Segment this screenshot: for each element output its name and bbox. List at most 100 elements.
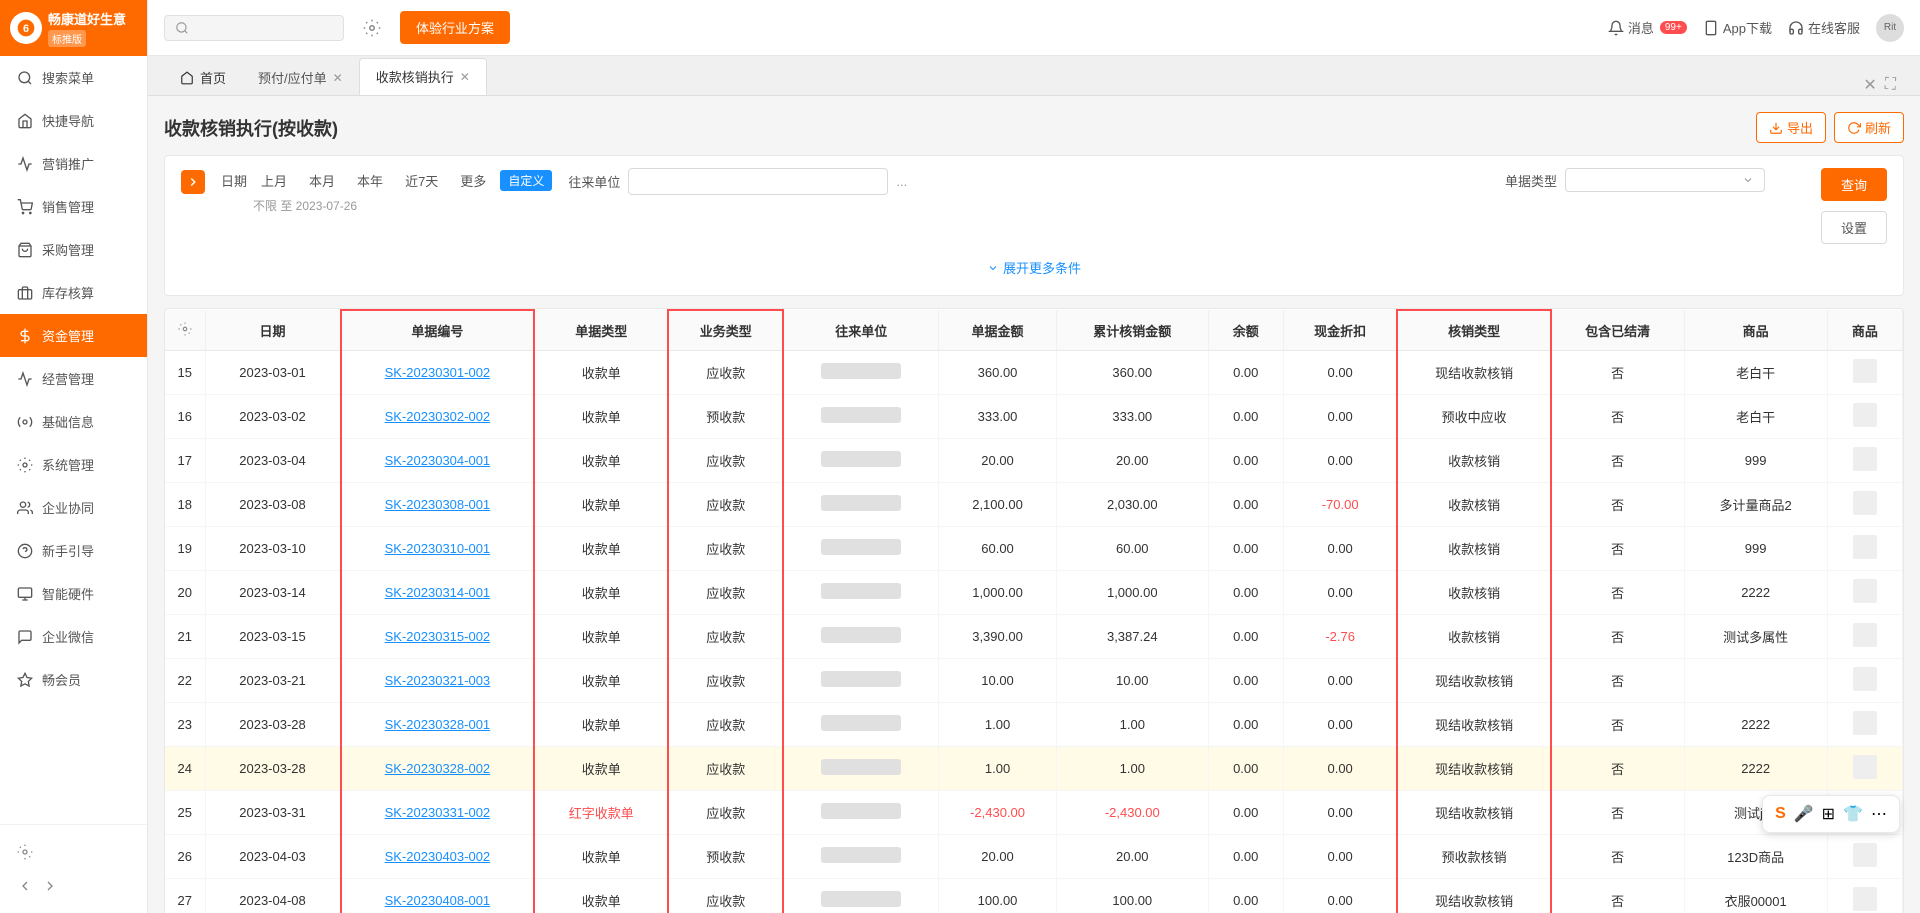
partner-input[interactable] [628,168,888,195]
tab-close-prepay[interactable]: ✕ [333,71,343,85]
refresh-btn[interactable]: 刷新 [1834,112,1904,143]
sidebar-item-purchase[interactable]: 采购管理 [0,228,147,271]
online-service-btn[interactable]: 在线客服 [1788,18,1860,37]
float-icon-more[interactable]: ⋯ [1871,804,1887,824]
sidebar-item-hardware[interactable]: 智能硬件 [0,572,147,615]
sidebar-item-inventory[interactable]: 库存核算 [0,271,147,314]
sidebar: 6 畅康道好生意 标推版 搜索菜单 快捷导航 营销推广 销售管理 采购管理 [0,0,148,913]
close-all-tabs-btn[interactable]: ✕ [1863,75,1876,95]
td-voucher-no[interactable]: SK-20230331-002 [341,791,535,835]
user-avatar[interactable]: Rit [1876,14,1904,42]
tab-close-collection[interactable]: ✕ [460,70,470,84]
sidebar-item-label: 资金管理 [42,326,94,345]
tab-collection[interactable]: 收款核销执行 ✕ [359,58,487,95]
td-balance: 0.00 [1208,703,1283,747]
td-include-cleared: 否 [1551,571,1684,615]
td-voucher-no[interactable]: SK-20230328-001 [341,703,535,747]
td-date: 2023-03-15 [205,615,341,659]
td-partner [783,747,938,791]
sidebar-item-wechat[interactable]: 企业微信 [0,615,147,658]
sidebar-item-guide[interactable]: 新手引导 [0,529,147,572]
topbar-gear-btn[interactable] [356,12,388,44]
voucher-type-label: 单据类型 [1505,171,1557,190]
td-voucher-type: 收款单 [534,439,668,483]
td-product: 老白干 [1684,395,1827,439]
sidebar-item-basic[interactable]: 基础信息 [0,400,147,443]
td-amount: 3,390.00 [939,615,1057,659]
sidebar-item-sales[interactable]: 销售管理 [0,185,147,228]
filter-expand-btn[interactable] [181,170,205,194]
td-voucher-no[interactable]: SK-20230408-001 [341,879,535,913]
export-btn[interactable]: 导出 [1756,112,1826,143]
query-btn[interactable]: 查询 [1821,168,1887,201]
th-cash-discount: 现金折扣 [1283,310,1397,351]
td-amount: 100.00 [939,879,1057,913]
table-row: 242023-03-28SK-20230328-002收款单应收款1.001.0… [165,747,1903,791]
date-btn-this-year[interactable]: 本年 [349,168,391,193]
sidebar-item-member[interactable]: 畅会员 [0,658,147,701]
td-product2 [1827,615,1902,659]
tab-label: 首页 [200,68,226,87]
tab-home[interactable]: 首页 [164,60,242,95]
td-cash-discount: 0.00 [1283,791,1397,835]
tab-controls: ✕ ⛶ [1855,75,1904,95]
date-custom-btn[interactable]: 自定义 [500,170,552,191]
td-date: 2023-03-08 [205,483,341,527]
th-settings[interactable] [165,310,205,351]
sales-icon [16,198,34,216]
td-voucher-no[interactable]: SK-20230310-001 [341,527,535,571]
td-no: 24 [165,747,205,791]
td-partner [783,439,938,483]
expand-more-btn[interactable]: 展开更多条件 [181,252,1887,283]
sidebar-item-search[interactable]: 搜索菜单 [0,56,147,99]
td-voucher-no[interactable]: SK-20230321-003 [341,659,535,703]
sidebar-item-marketing[interactable]: 营销推广 [0,142,147,185]
date-btn-this-month[interactable]: 本月 [301,168,343,193]
page-content: 收款核销执行(按收款) 导出 刷新 [148,96,1920,913]
date-range-text: 不限 至 2023-07-26 [221,197,552,214]
td-voucher-no[interactable]: SK-20230314-001 [341,571,535,615]
purchase-icon [16,241,34,259]
td-include-cleared: 否 [1551,527,1684,571]
td-product: 衣服00001 [1684,879,1827,913]
sidebar-item-quicknav[interactable]: 快捷导航 [0,99,147,142]
td-voucher-no[interactable]: SK-20230328-002 [341,747,535,791]
voucher-type-select[interactable] [1565,168,1765,192]
sidebar-item-label: 经营管理 [42,369,94,388]
td-voucher-no[interactable]: SK-20230304-001 [341,439,535,483]
td-verify-amount: 3,387.24 [1056,615,1208,659]
sidebar-item-label: 快捷导航 [42,111,94,130]
notification-btn[interactable]: 消息 99+ [1608,18,1687,37]
td-voucher-no[interactable]: SK-20230308-001 [341,483,535,527]
sidebar-item-label: 新手引导 [42,541,94,560]
td-balance: 0.00 [1208,791,1283,835]
sidebar-settings-btn[interactable] [0,835,147,869]
sidebar-item-label: 企业协同 [42,498,94,517]
sidebar-item-finance[interactable]: 资金管理 [0,314,147,357]
fullscreen-btn[interactable]: ⛶ [1885,76,1896,94]
solution-btn[interactable]: 体验行业方案 [400,11,510,44]
float-icon-shirt[interactable]: 👕 [1843,804,1863,824]
topbar-search[interactable] [164,15,344,41]
headset-icon [1788,20,1804,36]
td-cash-discount: 0.00 [1283,351,1397,395]
date-btn-7days[interactable]: 近7天 [397,168,446,193]
sidebar-item-corp[interactable]: 企业协同 [0,486,147,529]
app-download-btn[interactable]: App下载 [1703,18,1772,37]
filter-row-1: 日期 上月 本月 本年 近7天 更多 自定义 不限 至 2023-07-26 往… [181,168,1887,244]
date-btn-more[interactable]: 更多 [452,168,494,193]
filter-settings-btn[interactable]: 设置 [1821,211,1887,244]
float-icon-grid[interactable]: ⊞ [1822,804,1835,824]
tab-prepay[interactable]: 预付/应付单 ✕ [242,60,359,95]
td-voucher-no[interactable]: SK-20230302-002 [341,395,535,439]
td-voucher-no[interactable]: SK-20230403-002 [341,835,535,879]
td-voucher-no[interactable]: SK-20230301-002 [341,351,535,395]
td-voucher-type: 收款单 [534,571,668,615]
sidebar-item-label: 采购管理 [42,240,94,259]
td-voucher-no[interactable]: SK-20230315-002 [341,615,535,659]
float-icon-mic[interactable]: 🎤 [1794,804,1814,824]
date-btn-last-month[interactable]: 上月 [253,168,295,193]
sidebar-item-system[interactable]: 系统管理 [0,443,147,486]
sidebar-item-operation[interactable]: 经营管理 [0,357,147,400]
sidebar-collapse-btn[interactable] [0,869,147,903]
